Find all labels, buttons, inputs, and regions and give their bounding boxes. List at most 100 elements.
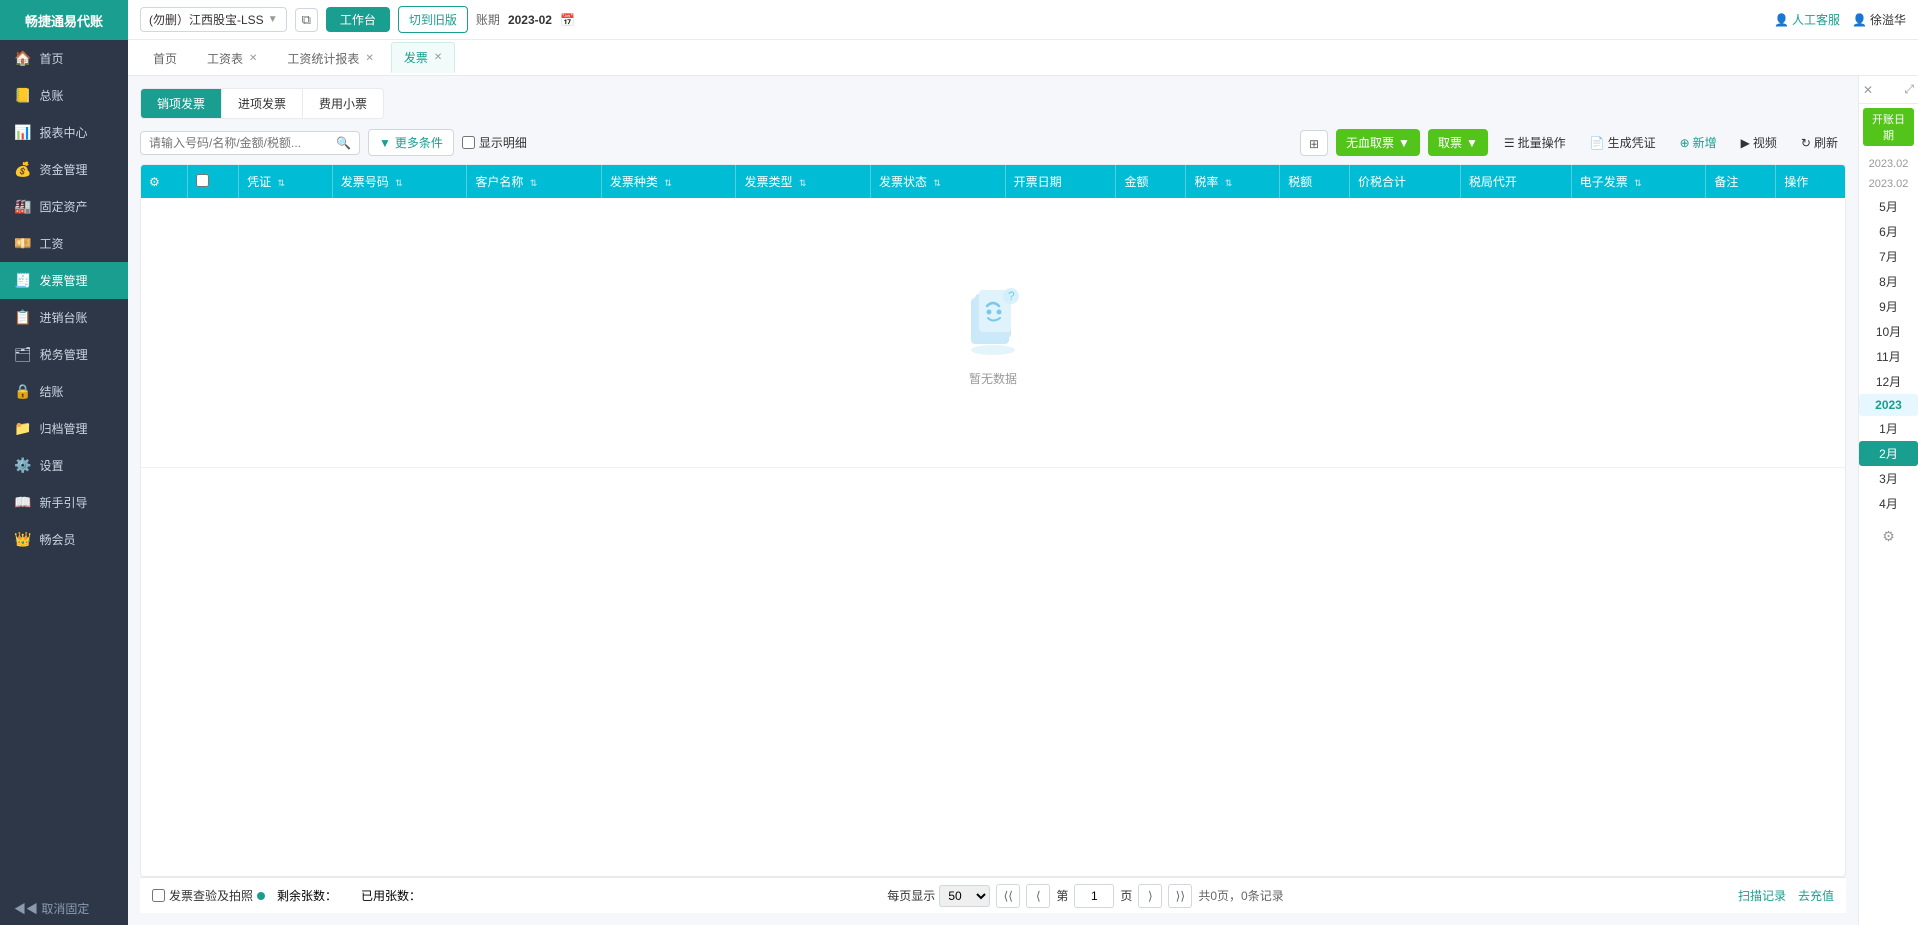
show-detail-checkbox[interactable]: 显示明细 [462,134,527,151]
copy-button[interactable]: ⧉ [295,8,318,32]
date-item-3[interactable]: 3月 [1859,466,1918,491]
date-section: 2023.02 2023.02 5月 6月 7月 8月 9月 10月 11月 1… [1859,150,1918,520]
sidebar-item-guide[interactable]: 📖 新手引导 [0,484,128,521]
scan-record-link[interactable]: 扫描记录 [1738,887,1786,904]
sidebar: 畅捷通易代账 🏠 首页 📒 总账 📊 报表中心 💰 资金管理 🏭 固定资产 💴 … [0,0,128,925]
prev-page-button[interactable]: ⟨ [1026,884,1050,908]
date-item-11[interactable]: 11月 [1859,344,1918,369]
sidebar-item-home[interactable]: 🏠 首页 [0,40,128,77]
recharge-link[interactable]: 去充值 [1798,887,1834,904]
panel-toggle-icon[interactable]: ⚙ [1859,528,1918,545]
date-item-5[interactable]: 5月 [1859,194,1918,219]
col-e-invoice[interactable]: 电子发票 ⇅ [1571,165,1706,198]
sidebar-item-invoice[interactable]: 🧾 发票管理 [0,262,128,299]
col-invoice-no[interactable]: 发票号码 ⇅ [332,165,467,198]
new-button[interactable]: ⊕ 新增 [1672,130,1725,155]
topbar-right: 👤 人工客服 👤 徐溢华 [1774,11,1906,28]
col-settings[interactable]: ⚙ [141,165,188,198]
tab-salary[interactable]: 工资表 ✕ [194,43,270,73]
unpin-button[interactable]: ◀◀ 取消固定 [0,892,128,925]
tab-invoice[interactable]: 发票 ✕ [391,42,455,73]
tab-salary-report-close[interactable]: ✕ [365,53,373,64]
date-item-1[interactable]: 1月 [1859,416,1918,441]
col-invoice-type[interactable]: 发票种类 ⇅ [601,165,736,198]
col-check[interactable] [188,165,239,198]
empty-row: ? 暂无数据 [141,198,1845,468]
per-page-select[interactable]: 50 20 100 [939,885,990,907]
tab-invoice-close[interactable]: ✕ [434,52,442,63]
search-input[interactable] [149,136,332,150]
batch-op-button[interactable]: ☰ 批量操作 [1496,130,1574,155]
topbar: (勿删）江西股宝-LSS ▼ ⧉ 工作台 切到旧版 账期 2023-02 📅 👤… [128,0,1918,40]
date-item-9[interactable]: 9月 [1859,294,1918,319]
date-item-7[interactable]: 7月 [1859,244,1918,269]
tab-salary-report-label: 工资统计报表 [287,50,359,67]
show-detail-check[interactable] [462,136,475,149]
sub-tab-expense-ticket[interactable]: 费用小票 [303,89,383,118]
date-item-2023-02-2[interactable]: 2023.02 [1859,174,1918,194]
sidebar-item-tax[interactable]: 🗂 税务管理 [0,336,128,373]
sort-status-icon: ⇅ [933,178,941,188]
col-voucher[interactable]: 凭证 ⇅ [239,165,333,198]
invoice-icon: 🧾 [14,272,31,289]
content-area: 销项发票 进项发票 费用小票 🔍 ▼ 更多条件 [128,76,1918,925]
tab-salary-close[interactable]: ✕ [249,53,257,64]
date-item-6[interactable]: 6月 [1859,219,1918,244]
sidebar-item-ledger[interactable]: 📒 总账 [0,77,128,114]
sidebar-item-member[interactable]: 👑 畅会员 [0,521,128,558]
search-box[interactable]: 🔍 [140,131,360,155]
panel-close-icon[interactable]: ✕ [1863,83,1873,97]
date-item-8[interactable]: 8月 [1859,269,1918,294]
service-button[interactable]: 👤 人工客服 [1774,11,1840,28]
date-year-2023: 2023 [1859,394,1918,416]
invoice-verify-checkbox[interactable] [152,889,165,902]
company-selector[interactable]: (勿删）江西股宝-LSS ▼ [140,7,287,32]
col-tax-bureau: 税局代开 [1460,165,1571,198]
sidebar-item-sales[interactable]: 📋 进销台账 [0,299,128,336]
switch-old-button[interactable]: 切到旧版 [398,6,468,33]
sub-tab-sales-invoice[interactable]: 销项发票 [141,89,222,118]
gen-voucher-button[interactable]: 📄 生成凭证 [1582,130,1664,155]
sidebar-item-label: 设置 [39,457,63,474]
invoice-verify-item: 发票查验及拍照 [152,887,265,904]
date-item-10[interactable]: 10月 [1859,319,1918,344]
calendar-icon[interactable]: 📅 [560,13,575,27]
open-period-button[interactable]: 开账日期 [1863,108,1914,146]
last-page-button[interactable]: ⟩⟩ [1168,884,1192,908]
sidebar-item-archive[interactable]: 📁 归档管理 [0,410,128,447]
sidebar-item-closing[interactable]: 🔒 结账 [0,373,128,410]
date-item-12[interactable]: 12月 [1859,369,1918,394]
no-ticket-button[interactable]: 无血取票 ▼ [1336,129,1420,156]
col-invoice-status[interactable]: 发票状态 ⇅ [871,165,1006,198]
first-page-button[interactable]: ⟨⟨ [996,884,1020,908]
tab-salary-report[interactable]: 工资统计报表 ✕ [274,43,386,73]
video-button[interactable]: ▶ 视频 [1733,130,1785,155]
panel-expand-icon[interactable]: ⤢ [1904,82,1914,97]
ticket-button[interactable]: 取票 ▼ [1428,129,1488,156]
date-item-2023-02-1[interactable]: 2023.02 [1859,154,1918,174]
col-invoice-kind[interactable]: 发票类型 ⇅ [736,165,871,198]
date-item-2-active[interactable]: 2月 [1859,441,1918,466]
sidebar-item-settings[interactable]: ⚙️ 设置 [0,447,128,484]
total-info: 共0页，0条记录 [1198,887,1283,904]
sidebar-item-salary[interactable]: 💴 工资 [0,225,128,262]
next-page-button[interactable]: ⟩ [1138,884,1162,908]
sidebar-item-label: 新手引导 [39,494,87,511]
date-item-4[interactable]: 4月 [1859,491,1918,516]
filter-button[interactable]: ▼ 更多条件 [368,129,454,156]
page-input[interactable] [1074,884,1114,908]
grid-settings-button[interactable]: ⊞ [1300,130,1328,156]
sidebar-item-report[interactable]: 📊 报表中心 [0,114,128,151]
col-tax-rate[interactable]: 税率 ⇅ [1186,165,1280,198]
empty-state: ? 暂无数据 [141,198,1845,467]
tab-home[interactable]: 首页 [140,43,190,73]
sidebar-item-finance[interactable]: 💰 资金管理 [0,151,128,188]
sidebar-item-label: 结账 [39,383,63,400]
sub-tab-purchase-invoice[interactable]: 进项发票 [222,89,303,118]
refresh-button[interactable]: ↻ 刷新 [1793,130,1846,155]
col-customer[interactable]: 客户名称 ⇅ [467,165,602,198]
user-menu[interactable]: 👤 徐溢华 [1852,11,1906,28]
workbench-button[interactable]: 工作台 [326,7,390,32]
sidebar-item-fixed[interactable]: 🏭 固定资产 [0,188,128,225]
select-all-checkbox[interactable] [196,174,209,187]
